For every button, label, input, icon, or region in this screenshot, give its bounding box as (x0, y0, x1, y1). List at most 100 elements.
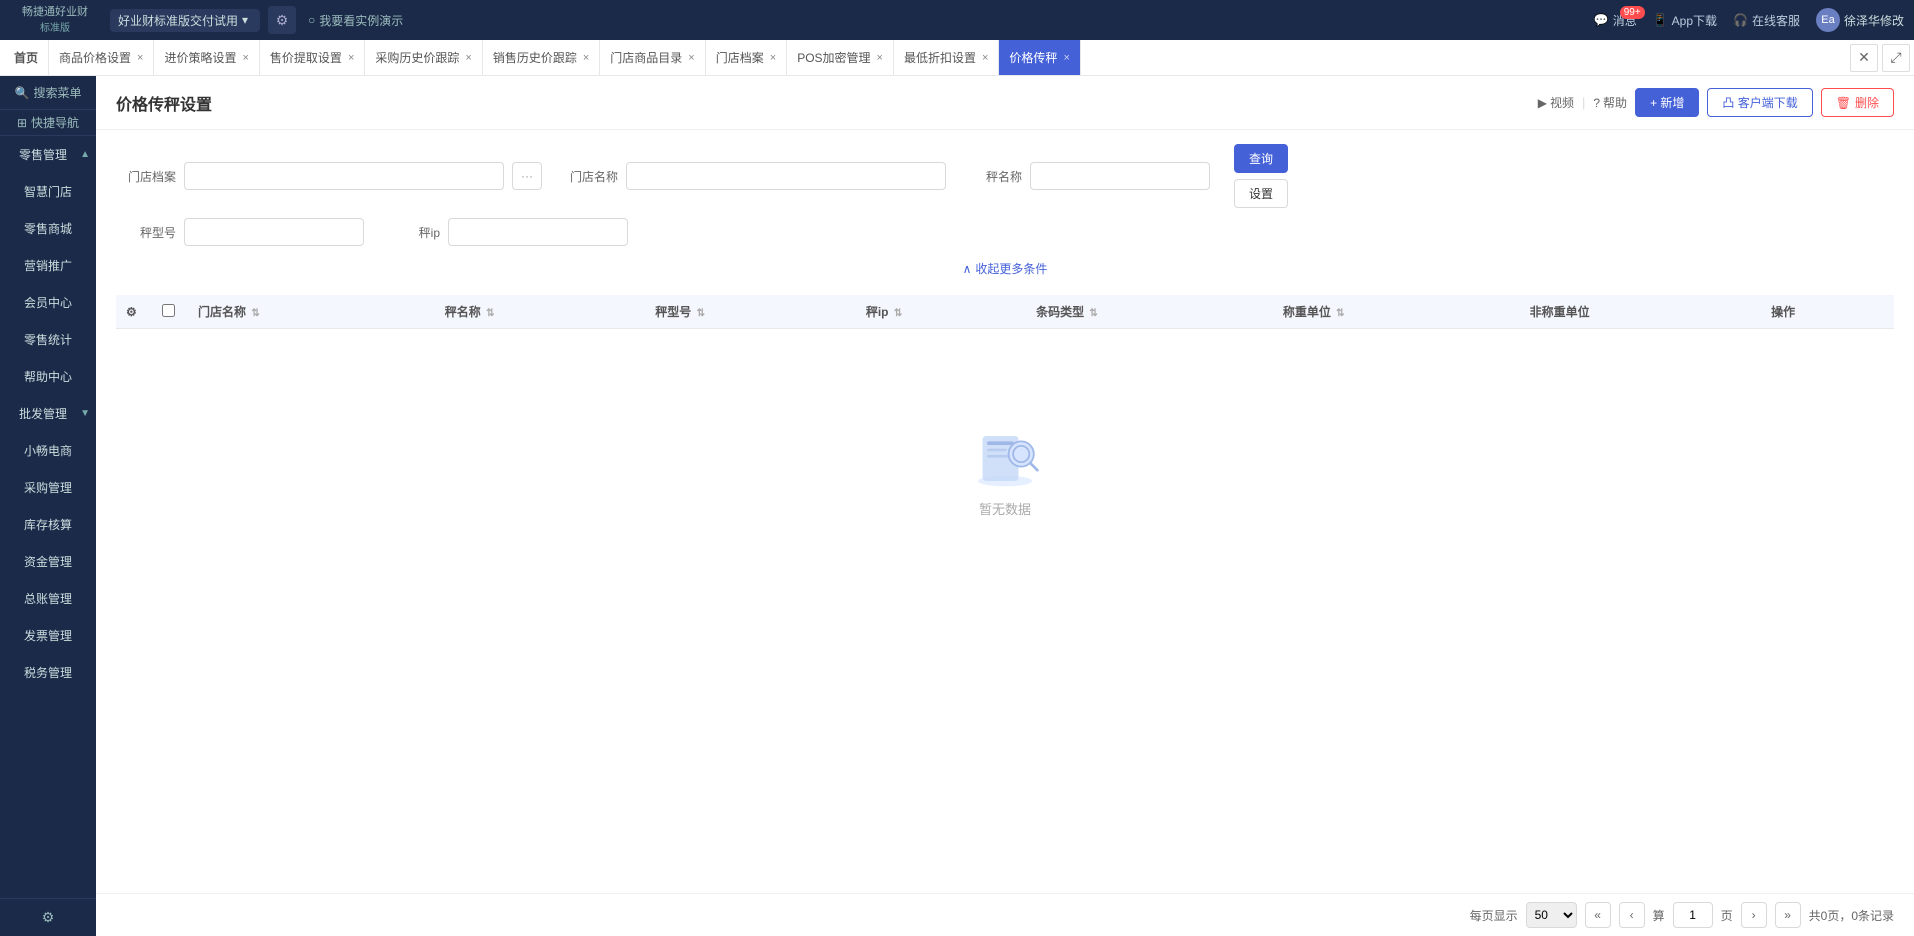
tab-store-archive-close[interactable]: × (770, 52, 776, 64)
first-page-button[interactable]: « (1585, 902, 1611, 928)
message-button[interactable]: 💬 消息 99+ (1594, 12, 1637, 29)
sidebar-item-retail-mall[interactable]: 零售商城 (0, 210, 96, 247)
app-download-button[interactable]: 📱 App下载 (1653, 12, 1717, 29)
tab-price-settings-close[interactable]: × (137, 52, 143, 64)
sort-weight-unit-icon[interactable]: ⇅ (1336, 308, 1344, 319)
query-button[interactable]: 查询 (1234, 144, 1288, 173)
settings-form-button[interactable]: 设置 (1234, 179, 1288, 208)
sort-scale-name-icon[interactable]: ⇅ (486, 308, 494, 319)
scale-name-input[interactable] (1030, 162, 1210, 190)
download-label: 凸 客户端下载 (1722, 94, 1797, 111)
tab-sale-price-close[interactable]: × (348, 52, 354, 64)
scale-model-input[interactable] (184, 218, 364, 246)
th-weight-unit: 称重单位 ⇅ (1273, 295, 1520, 329)
sidebar-item-retail-stats[interactable]: 零售统计 (0, 321, 96, 358)
sidebar-item-retail-stats-label: 零售统计 (6, 331, 90, 348)
tab-sale-history-close[interactable]: × (583, 52, 589, 64)
th-scale-ip: 秤ip ⇅ (856, 295, 1026, 329)
page-size-select[interactable]: 20 50 100 (1526, 902, 1577, 928)
demo-link[interactable]: ○ 我要看实例演示 (308, 12, 407, 29)
sidebar-item-tax-mgmt[interactable]: 税务管理 (0, 654, 96, 691)
user-name: 徐泽华修改 (1844, 12, 1904, 29)
th-gear[interactable]: ⚙ (116, 295, 152, 329)
sidebar-search[interactable]: 🔍 搜索菜单 (0, 76, 96, 110)
sidebar-item-small-ecom[interactable]: 小畅电商 (0, 432, 96, 469)
tab-sale-history[interactable]: 销售历史价跟踪 × (483, 40, 600, 76)
total-info: 共0页，0条记录 (1809, 907, 1894, 924)
store-archive-input[interactable] (184, 162, 504, 190)
tab-purchase-history[interactable]: 采购历史价跟踪 × (365, 40, 482, 76)
scale-ip-input[interactable] (448, 218, 628, 246)
sidebar-item-general-ledger[interactable]: 总账管理 (0, 580, 96, 617)
tab-purchase-strategy[interactable]: 进价策略设置 × (154, 40, 259, 76)
tab-pos-manage[interactable]: POS加密管理 × (787, 40, 894, 76)
sidebar-settings-button[interactable]: ⚙ (0, 898, 96, 936)
next-page-icon: › (1752, 908, 1756, 922)
sidebar-nav[interactable]: ⊞ 快捷导航 (0, 110, 96, 136)
tab-home[interactable]: 首页 (4, 40, 49, 76)
tab-purchase-strategy-close[interactable]: × (242, 52, 248, 64)
tab-price-settings[interactable]: 商品价格设置 × (49, 40, 154, 76)
last-page-button[interactable]: » (1775, 902, 1801, 928)
tab-min-discount-close[interactable]: × (982, 52, 988, 64)
pagination: 每页显示 20 50 100 « ‹ 算 页 › » 共0页，0条记录 (96, 893, 1914, 936)
th-operation: 操作 (1761, 295, 1894, 329)
tab-store-archive-label: 门店档案 (716, 49, 764, 66)
delete-button[interactable]: 🗑 删除 (1821, 88, 1894, 117)
sidebar-item-purchase-mgmt[interactable]: 采购管理 (0, 469, 96, 506)
collapse-button[interactable]: ∧ 收起更多条件 (963, 260, 1048, 277)
download-button[interactable]: 凸 客户端下载 (1707, 88, 1812, 117)
tab-min-discount[interactable]: 最低折扣设置 × (894, 40, 999, 76)
store-archive-select-button[interactable]: ··· (512, 162, 542, 190)
sidebar-item-invoice-mgmt[interactable]: 发票管理 (0, 617, 96, 654)
sidebar-item-wholesale-mgmt[interactable]: 批发管理 ▼ (0, 395, 96, 432)
video-link[interactable]: ▶ 视频 (1538, 94, 1574, 111)
tab-purchase-history-close[interactable]: × (465, 52, 471, 64)
sort-store-name-icon[interactable]: ⇅ (251, 308, 259, 319)
tab-store-archive[interactable]: 门店档案 × (706, 40, 787, 76)
add-label: + 新增 (1650, 94, 1684, 111)
first-page-icon: « (1594, 908, 1601, 922)
sidebar-item-marketing[interactable]: 营销推广 (0, 247, 96, 284)
topbar-settings-button[interactable]: ⚙ (268, 6, 296, 34)
tab-store-catalog-close[interactable]: × (688, 52, 694, 64)
sidebar-item-wholesale-mgmt-label: 批发管理 (6, 405, 80, 422)
th-barcode-type: 条码类型 ⇅ (1026, 295, 1273, 329)
tab-price-transfer-close[interactable]: × (1063, 52, 1069, 64)
sidebar-item-help-center[interactable]: 帮助中心 (0, 358, 96, 395)
select-all-checkbox[interactable] (162, 304, 175, 317)
tab-close-button[interactable]: ✕ (1850, 44, 1878, 72)
sidebar-item-retail-mgmt[interactable]: 零售管理 ▲ (0, 136, 96, 173)
per-page-label: 每页显示 (1470, 907, 1518, 924)
sort-barcode-type-icon[interactable]: ⇅ (1089, 308, 1097, 319)
add-button[interactable]: + 新增 (1635, 88, 1699, 117)
store-name-input[interactable] (626, 162, 946, 190)
sidebar-item-inventory[interactable]: 库存核算 (0, 506, 96, 543)
sidebar-item-member-center[interactable]: 会员中心 (0, 284, 96, 321)
prev-page-button[interactable]: ‹ (1619, 902, 1645, 928)
online-service-button[interactable]: 🎧 在线客服 (1733, 12, 1800, 29)
th-checkbox[interactable] (152, 295, 188, 329)
th-scale-model: 秤型号 ⇅ (645, 295, 856, 329)
page-input[interactable] (1673, 902, 1713, 928)
help-link[interactable]: ? 帮助 (1593, 94, 1627, 111)
version-selector[interactable]: 好业财标准版交付试用 ▾ (110, 9, 260, 32)
tab-store-catalog[interactable]: 门店商品目录 × (600, 40, 705, 76)
tab-pos-manage-close[interactable]: × (877, 52, 883, 64)
sort-scale-ip-icon[interactable]: ⇅ (894, 308, 902, 319)
sidebar-item-smart-store[interactable]: 智慧门店 (0, 173, 96, 210)
message-badge: 99+ (1620, 6, 1645, 19)
sort-scale-model-icon[interactable]: ⇅ (697, 308, 705, 319)
user-area[interactable]: Ea 徐泽华修改 (1816, 8, 1904, 32)
sidebar-item-funds-mgmt[interactable]: 资金管理 (0, 543, 96, 580)
scale-ip-field: 秤ip (380, 218, 628, 246)
th-scale-name: 秤名称 ⇅ (435, 295, 646, 329)
next-page-button[interactable]: › (1741, 902, 1767, 928)
empty-text: 暂无数据 (979, 499, 1031, 518)
top-right: 💬 消息 99+ 📱 App下载 🎧 在线客服 Ea 徐泽华修改 (1594, 8, 1904, 32)
store-name-field: 门店名称 (558, 162, 946, 190)
tab-expand-button[interactable]: ⤢ (1882, 44, 1910, 72)
sidebar-item-retail-mgmt-label: 零售管理 (6, 146, 80, 163)
tab-price-transfer[interactable]: 价格传秤 × (999, 40, 1080, 76)
tab-sale-price[interactable]: 售价提取设置 × (260, 40, 365, 76)
